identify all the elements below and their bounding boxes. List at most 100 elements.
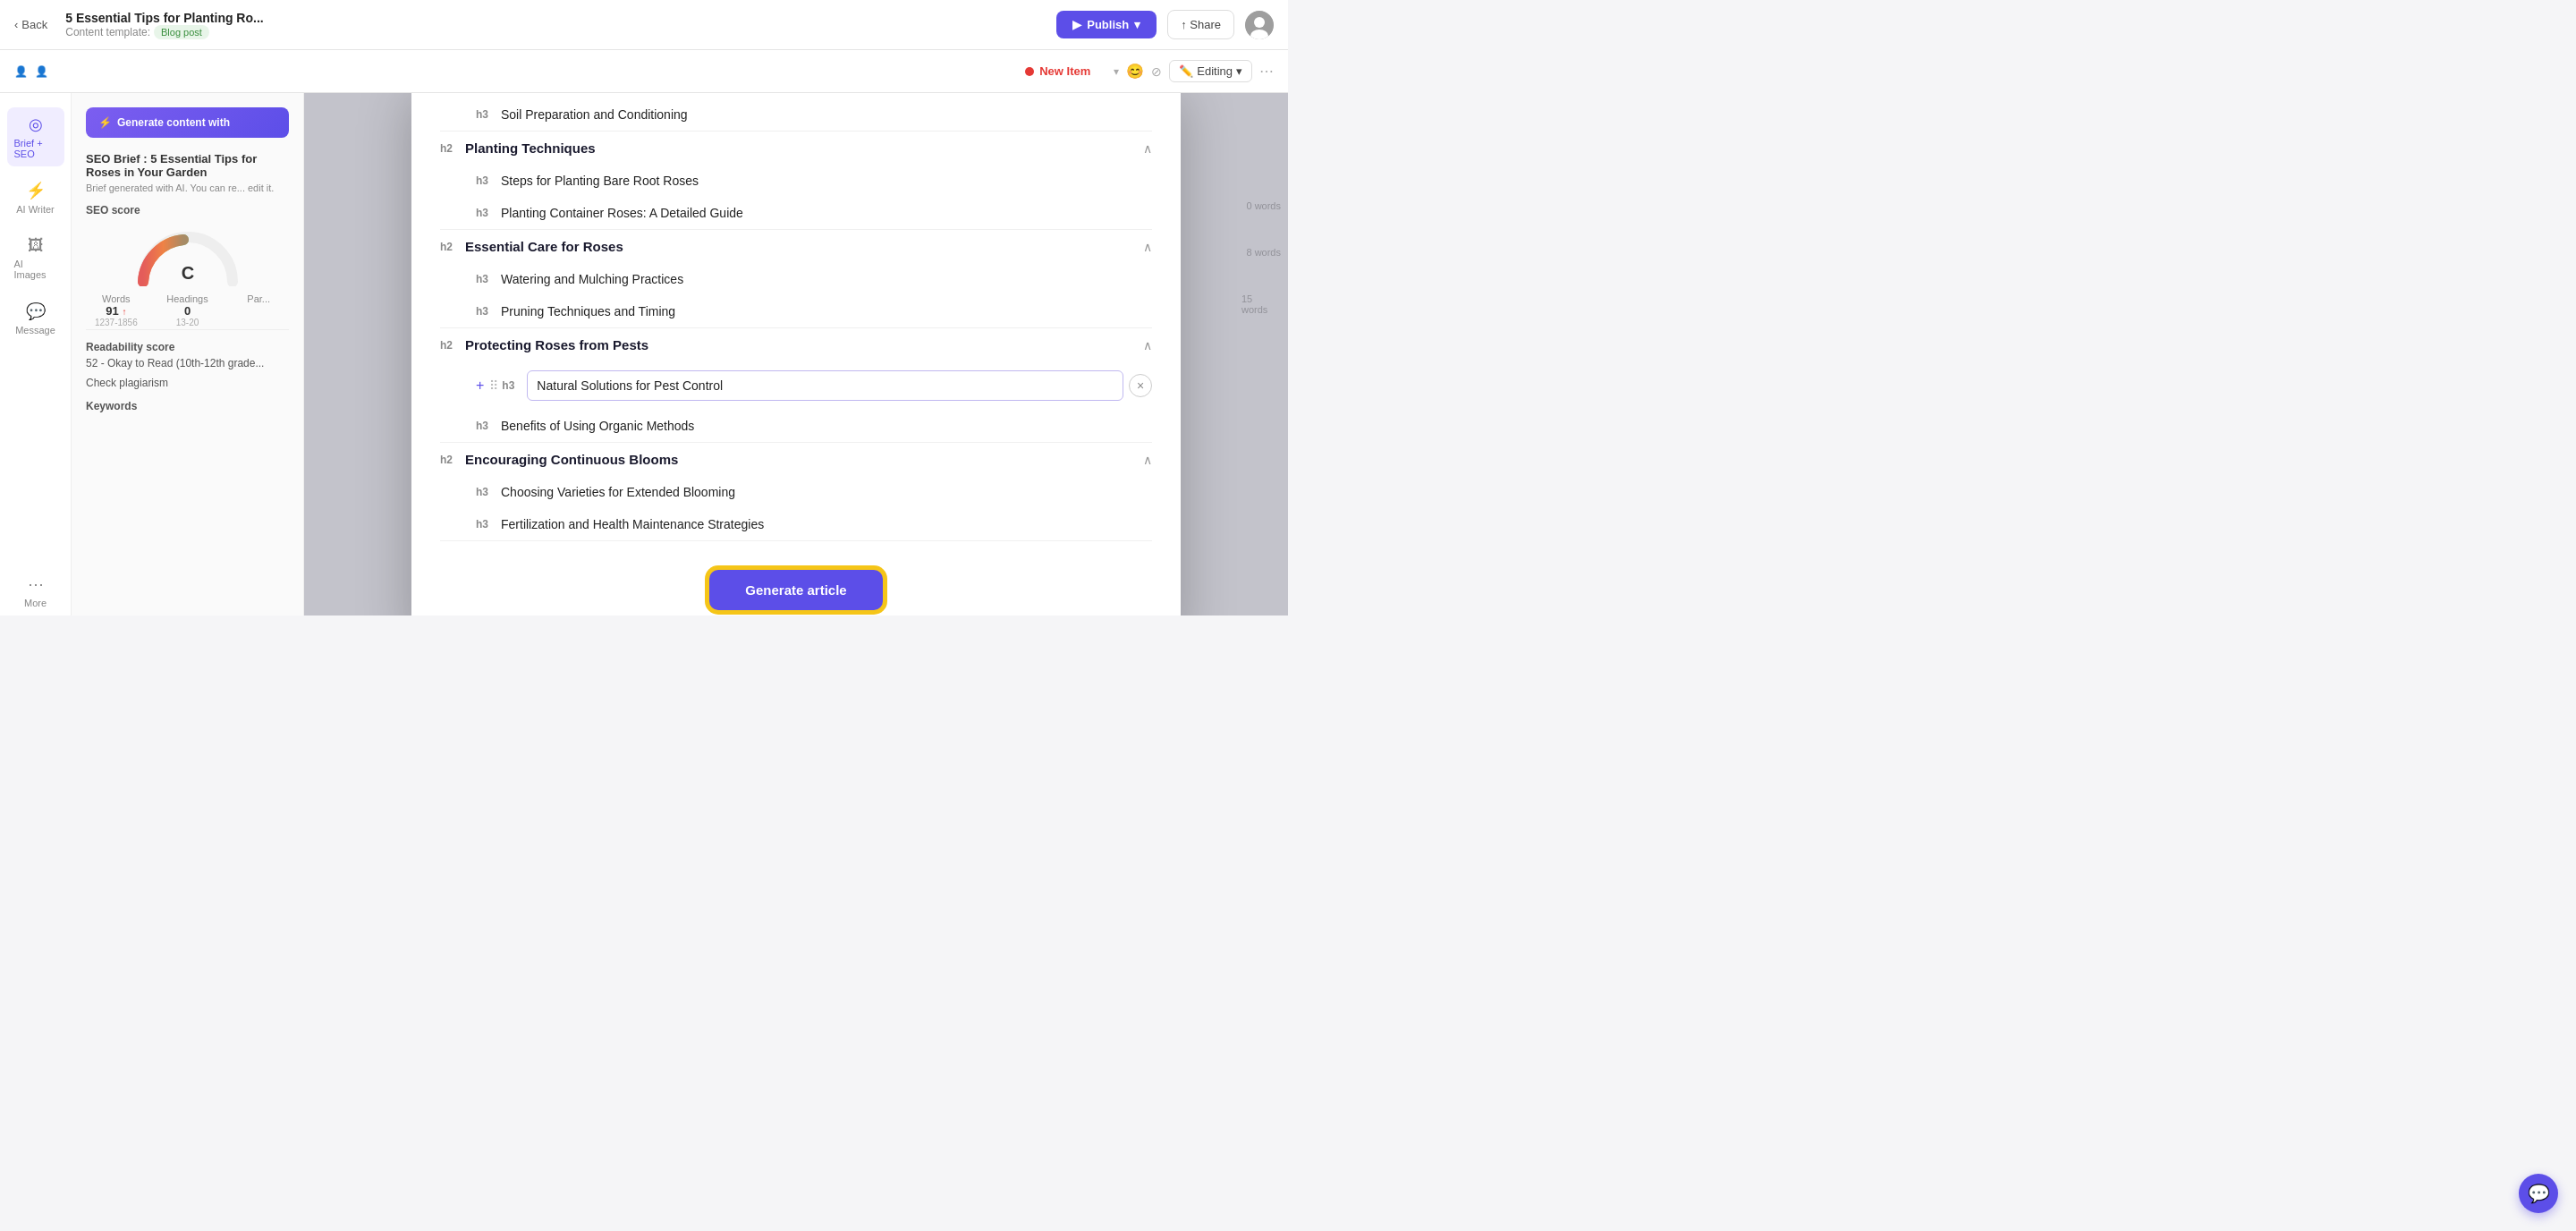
svg-point-1	[1254, 17, 1265, 28]
keywords-label: Keywords	[86, 400, 289, 412]
heading-text-4: Essential Care for Roses	[465, 239, 1143, 254]
left-panel: ⚡ Generate content with SEO Brief : 5 Es…	[72, 93, 304, 616]
page-subtitle: Content template: Blog post	[65, 25, 1046, 39]
heading-text-6: Pruning Techniques and Timing	[501, 304, 1152, 318]
words-value: 91 ↑	[86, 304, 147, 318]
readability-value: 52 - Okay to Read (10th-12th grade...	[86, 357, 289, 369]
heading-tag-0: h3	[476, 108, 501, 121]
outline-item-13: h2 Conclusion	[440, 540, 1152, 552]
outline-item-11: h3 Choosing Varieties for Extended Bloom…	[440, 476, 1152, 508]
headings-range: 13-20	[157, 318, 218, 327]
words-label: Words	[86, 293, 147, 304]
message-icon: 💬	[26, 301, 46, 321]
seo-score-label: SEO score	[86, 204, 289, 216]
heading-text-0: Soil Preparation and Conditioning	[501, 107, 1152, 122]
new-item-button[interactable]: New Item	[1025, 64, 1090, 78]
seo-gauge: C	[134, 224, 242, 286]
heading-text-1: Planting Techniques	[465, 140, 1143, 156]
outline-item-8: + ⠿ h3 ×	[440, 361, 1152, 410]
heading-text-5: Watering and Mulching Practices	[501, 272, 1152, 286]
outline-item-0: h3 Soil Preparation and Conditioning	[440, 98, 1152, 131]
drag-handle-8[interactable]: ⠿	[489, 378, 498, 393]
outline-item-10: h2 Encouraging Continuous Blooms ∧	[440, 442, 1152, 476]
heading-tag-8: h3	[502, 379, 527, 392]
readability-label: Readability score	[86, 341, 289, 353]
dropdown-chevron-icon: ▾	[1114, 65, 1119, 78]
more-options-icon[interactable]: ⋯	[1259, 63, 1274, 80]
add-icon-8[interactable]: +	[476, 378, 484, 394]
generate-article-button[interactable]: Generate article	[709, 570, 882, 610]
collapse-icon-7[interactable]: ∧	[1143, 338, 1152, 352]
template-badge: Blog post	[154, 25, 209, 39]
sidebar-item-brief-seo[interactable]: ◎ Brief + SEO	[7, 107, 64, 166]
share-icon: ↑	[1181, 18, 1187, 31]
sidebar-item-ai-writer[interactable]: ⚡ AI Writer	[7, 174, 64, 222]
heading-tag-11: h3	[476, 486, 501, 498]
heading-tag-9: h3	[476, 420, 501, 432]
brief-seo-icon: ◎	[29, 115, 43, 134]
heading-tag-4: h2	[440, 241, 465, 253]
generate-content-button[interactable]: ⚡ Generate content with	[86, 107, 289, 138]
publish-chevron-icon: ▾	[1134, 18, 1140, 31]
heading-text-3: Planting Container Roses: A Detailed Gui…	[501, 206, 1152, 220]
words-stat: Words 91 ↑ 1237-1856	[86, 293, 147, 327]
editable-heading-input[interactable]	[527, 370, 1123, 401]
publish-button[interactable]: ▶ Publish ▾	[1056, 11, 1157, 38]
share-button[interactable]: ↑ Share	[1167, 10, 1234, 39]
sidebar-item-message[interactable]: 💬 Message	[7, 294, 64, 343]
sidebar-item-label: Message	[15, 325, 55, 335]
collapse-icon-10[interactable]: ∧	[1143, 453, 1152, 467]
top-bar: ‹ Back 5 Essential Tips for Planting Ro.…	[0, 0, 1288, 50]
sidebar-item-more[interactable]: ⋯ More	[7, 567, 64, 616]
sidebar-item-ai-images[interactable]: 🖼 AI Images	[7, 229, 64, 287]
para-label: Par...	[228, 293, 289, 304]
red-dot-icon	[1025, 67, 1034, 76]
page-title: 5 Essential Tips for Planting Ro...	[65, 11, 1046, 25]
outline-item-1: h2 Planting Techniques ∧	[440, 131, 1152, 165]
sidebar-item-label: Brief + SEO	[14, 138, 57, 159]
editing-badge[interactable]: ✏️ Editing ▾	[1169, 60, 1252, 82]
heading-tag-5: h3	[476, 273, 501, 285]
heading-tag-7: h2	[440, 339, 465, 352]
headings-label: Headings	[157, 293, 218, 304]
toolbar-icon-1: 👤	[14, 65, 28, 78]
collapse-icon-1[interactable]: ∧	[1143, 141, 1152, 156]
plagiarism-check[interactable]: Check plagiarism	[86, 377, 289, 389]
pencil-icon: ✏️	[1179, 64, 1193, 78]
heading-text-11: Choosing Varieties for Extended Blooming	[501, 485, 1152, 499]
sidebar: ◎ Brief + SEO ⚡ AI Writer 🖼 AI Images 💬 …	[0, 93, 72, 616]
ai-images-icon: 🖼	[28, 236, 44, 255]
seo-brief-subtitle: Brief generated with AI. You can re... e…	[86, 183, 289, 193]
modal-body: h3 Soil Preparation and Conditioning h2 …	[411, 93, 1181, 552]
modal-footer: Generate article	[411, 552, 1181, 616]
outline-item-7: h2 Protecting Roses from Pests ∧	[440, 327, 1152, 361]
outline-modal: h3 Soil Preparation and Conditioning h2 …	[411, 93, 1181, 616]
toolbar-icon-2: 👤	[35, 65, 48, 78]
avatar[interactable]	[1245, 11, 1274, 39]
lightning-icon: ⚡	[98, 116, 112, 129]
generate-btn-label: Generate content with	[117, 116, 230, 129]
heading-tag-2: h3	[476, 174, 501, 187]
more-icon: ⋯	[28, 574, 44, 594]
outline-item-5: h3 Watering and Mulching Practices	[440, 263, 1152, 295]
back-label: Back	[21, 18, 47, 31]
heading-tag-12: h3	[476, 518, 501, 531]
back-button[interactable]: ‹ Back	[14, 18, 47, 31]
outline-item-12: h3 Fertilization and Health Maintenance …	[440, 508, 1152, 540]
emoji-icon: 😊	[1126, 63, 1144, 80]
editing-chevron-icon: ▾	[1236, 64, 1242, 78]
heading-text-12: Fertilization and Health Maintenance Str…	[501, 517, 1152, 531]
subtitle-text: Content template:	[65, 26, 150, 38]
main-area: h3 Soil Preparation and Conditioning h2 …	[304, 93, 1288, 616]
sidebar-item-label: AI Writer	[16, 204, 55, 215]
back-icon: ‹	[14, 18, 18, 31]
editing-label: Editing	[1197, 64, 1233, 78]
sidebar-item-label: AI Images	[14, 259, 57, 280]
collapse-icon-4[interactable]: ∧	[1143, 240, 1152, 254]
secondary-toolbar: 👤 👤 New Item ▾ 😊 ⊘ ✏️ Editing ▾ ⋯	[0, 50, 1288, 93]
headings-stat: Headings 0 13-20	[157, 293, 218, 327]
words-up-icon: ↑	[122, 307, 126, 317]
publish-label: Publish	[1087, 18, 1129, 31]
clear-input-button[interactable]: ×	[1129, 374, 1152, 397]
sidebar-item-label: More	[24, 598, 47, 608]
